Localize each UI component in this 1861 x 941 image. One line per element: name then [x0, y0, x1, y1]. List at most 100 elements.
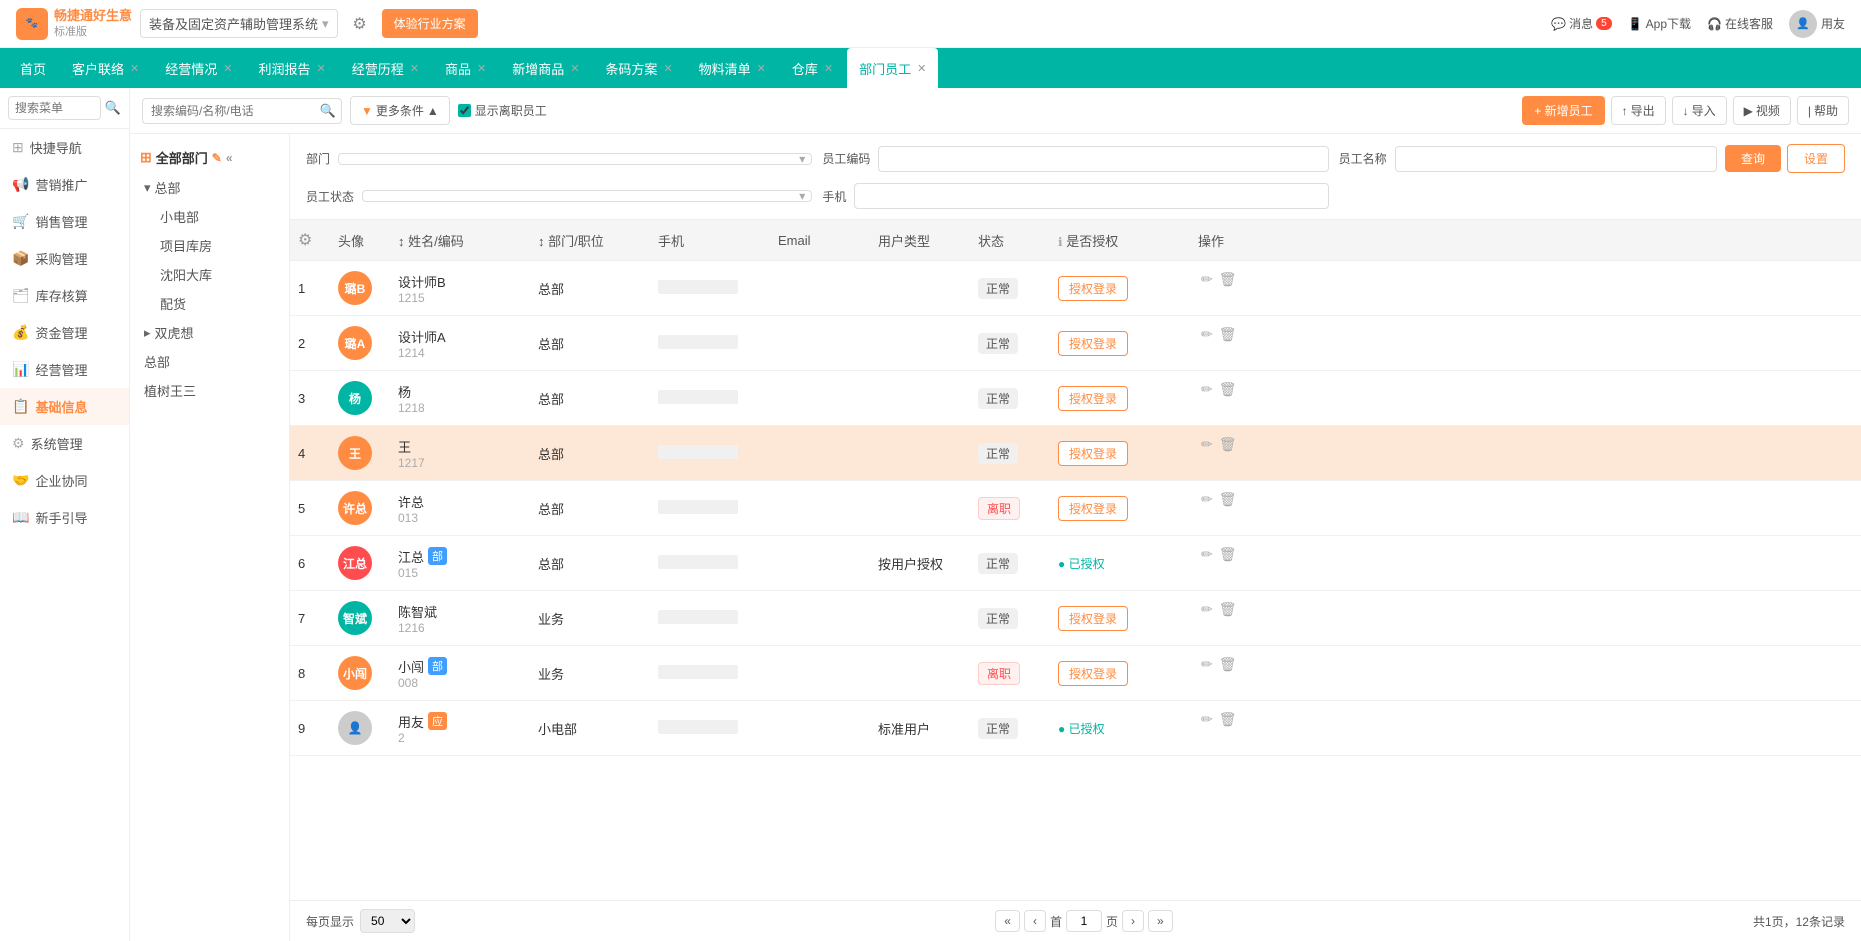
- close-icon[interactable]: ✕: [410, 62, 419, 75]
- sidebar-item-purchase[interactable]: 📦 采购管理: [0, 240, 129, 277]
- user-avatar[interactable]: 👤 用友: [1789, 10, 1845, 38]
- delete-button[interactable]: 🗑: [1219, 271, 1237, 288]
- dept-node-xiao-dian[interactable]: 小电部: [140, 202, 289, 231]
- dept-all-button[interactable]: ⊞ 全部部门 ✎ «: [130, 142, 289, 173]
- close-icon[interactable]: ✕: [223, 62, 232, 75]
- edit-button[interactable]: ✏: [1201, 381, 1213, 398]
- show-resigned-checkbox[interactable]: [458, 104, 471, 117]
- tab-home[interactable]: 首页: [8, 48, 58, 88]
- sidebar-item-sales[interactable]: 🛒 销售管理: [0, 203, 129, 240]
- phone-input[interactable]: [854, 183, 1328, 209]
- dept-node-headquarters[interactable]: ▾ 总部: [130, 173, 289, 202]
- sidebar-item-quick-nav[interactable]: ⊞ 快捷导航: [0, 129, 129, 166]
- sidebar-item-inventory[interactable]: 🗂 库存核算: [0, 277, 129, 314]
- delete-button[interactable]: 🗑: [1219, 601, 1237, 618]
- export-button[interactable]: ↑ 导出: [1611, 96, 1666, 125]
- online-service-button[interactable]: 🎧 在线客服: [1707, 15, 1773, 32]
- more-conditions-button[interactable]: ▼ 更多条件 ▲: [350, 96, 450, 125]
- edit-button[interactable]: ✏: [1201, 326, 1213, 343]
- tab-goods[interactable]: 商品 ✕: [433, 48, 498, 88]
- system-title[interactable]: 装备及固定资产辅助管理系统 ▾: [140, 9, 338, 38]
- tab-warehouse[interactable]: 仓库 ✕: [780, 48, 845, 88]
- dept-node-shuanghu[interactable]: ▸ 双虎想: [130, 318, 289, 347]
- close-icon[interactable]: ✕: [477, 62, 486, 75]
- sidebar-item-system[interactable]: ⚙ 系统管理: [0, 425, 129, 462]
- close-icon[interactable]: ✕: [130, 62, 139, 75]
- sidebar-item-finance[interactable]: 💰 资金管理: [0, 314, 129, 351]
- tab-customer[interactable]: 客户联络 ✕: [60, 48, 151, 88]
- next-button[interactable]: ›: [1122, 910, 1144, 932]
- delete-button[interactable]: 🗑: [1219, 546, 1237, 563]
- tab-barcode[interactable]: 条码方案 ✕: [593, 48, 684, 88]
- emp-code-input[interactable]: [878, 146, 1328, 172]
- tab-operations[interactable]: 经营情况 ✕: [153, 48, 244, 88]
- close-icon[interactable]: ✕: [917, 62, 926, 75]
- delete-button[interactable]: 🗑: [1219, 436, 1237, 453]
- emp-name-input[interactable]: [1395, 146, 1717, 172]
- next-next-button[interactable]: »: [1148, 910, 1173, 932]
- dept-select[interactable]: ▾: [338, 153, 812, 165]
- close-icon[interactable]: ✕: [824, 62, 833, 75]
- col-dept-pos[interactable]: ↕ 部门/职位: [530, 220, 650, 261]
- delete-button[interactable]: 🗑: [1219, 491, 1237, 508]
- dept-node-distribution[interactable]: 配货: [140, 289, 289, 318]
- edit-button[interactable]: ✏: [1201, 491, 1213, 508]
- dept-node-project[interactable]: 项目库房: [140, 231, 289, 260]
- delete-button[interactable]: 🗑: [1219, 381, 1237, 398]
- auth-button[interactable]: 授权登录: [1058, 606, 1128, 631]
- close-icon[interactable]: ✕: [570, 62, 579, 75]
- edit-button[interactable]: ✏: [1201, 436, 1213, 453]
- close-icon[interactable]: ✕: [663, 62, 672, 75]
- per-page-select[interactable]: 20 50 100: [360, 909, 415, 933]
- query-button[interactable]: 查询: [1725, 145, 1781, 172]
- settings-button[interactable]: ⚙: [346, 10, 374, 38]
- sidebar-item-basic-info[interactable]: 📋 基础信息: [0, 388, 129, 425]
- sidebar-item-enterprise[interactable]: 🤝 企业协同: [0, 462, 129, 499]
- close-icon[interactable]: ✕: [757, 62, 766, 75]
- auth-button[interactable]: 授权登录: [1058, 661, 1128, 686]
- tab-history[interactable]: 经营历程 ✕: [340, 48, 431, 88]
- edit-button[interactable]: ✏: [1201, 271, 1213, 288]
- sidebar-item-marketing[interactable]: 📢 营销推广: [0, 166, 129, 203]
- tab-employees[interactable]: 部门员工 ✕: [847, 48, 938, 88]
- search-input[interactable]: [142, 98, 342, 124]
- delete-button[interactable]: 🗑: [1219, 326, 1237, 343]
- tab-profit[interactable]: 利润报告 ✕: [246, 48, 337, 88]
- status-select[interactable]: ▾: [362, 190, 812, 202]
- dept-node-zongbu[interactable]: 总部: [130, 347, 289, 376]
- page-input[interactable]: [1066, 910, 1102, 932]
- sidebar-item-guide[interactable]: 📖 新手引导: [0, 499, 129, 536]
- close-icon[interactable]: ✕: [317, 62, 326, 75]
- col-name-code[interactable]: ↕ 姓名/编码: [390, 220, 530, 261]
- delete-button[interactable]: 🗑: [1219, 711, 1237, 728]
- tab-new-goods[interactable]: 新增商品 ✕: [500, 48, 591, 88]
- show-resigned-label[interactable]: 显示离职员工: [458, 102, 547, 119]
- dept-node-shenyang[interactable]: 沈阳大库: [140, 260, 289, 289]
- import-button[interactable]: ↓ 导入: [1672, 96, 1727, 125]
- message-button[interactable]: 💬 消息 5: [1551, 15, 1612, 32]
- dept-node-zhishu[interactable]: 植树王三: [130, 376, 289, 405]
- set-button[interactable]: 设置: [1787, 144, 1845, 173]
- help-button[interactable]: | 帮助: [1797, 96, 1849, 125]
- edit-button[interactable]: ✏: [1201, 601, 1213, 618]
- delete-button[interactable]: 🗑: [1219, 656, 1237, 673]
- app-download-button[interactable]: 📱 App下载: [1628, 15, 1691, 32]
- edit-button[interactable]: ✏: [1201, 711, 1213, 728]
- col-settings[interactable]: ⚙: [290, 220, 330, 261]
- auth-button[interactable]: 授权登录: [1058, 441, 1128, 466]
- add-employee-button[interactable]: + 新增员工: [1522, 96, 1604, 125]
- auth-button[interactable]: 授权登录: [1058, 496, 1128, 521]
- prev-button[interactable]: ‹: [1024, 910, 1046, 932]
- sidebar-search-input[interactable]: [8, 96, 101, 120]
- table-row: 5许总许总013总部离职授权登录✏🗑: [290, 481, 1861, 536]
- edit-button[interactable]: ✏: [1201, 546, 1213, 563]
- prev-prev-button[interactable]: «: [995, 910, 1020, 932]
- trial-button[interactable]: 体验行业方案: [382, 9, 478, 38]
- view-button[interactable]: ▶ 视频: [1733, 96, 1791, 125]
- edit-button[interactable]: ✏: [1201, 656, 1213, 673]
- sidebar-item-operations[interactable]: 📊 经营管理: [0, 351, 129, 388]
- auth-button[interactable]: 授权登录: [1058, 331, 1128, 356]
- tab-bom[interactable]: 物料清单 ✕: [687, 48, 778, 88]
- auth-button[interactable]: 授权登录: [1058, 386, 1128, 411]
- auth-button[interactable]: 授权登录: [1058, 276, 1128, 301]
